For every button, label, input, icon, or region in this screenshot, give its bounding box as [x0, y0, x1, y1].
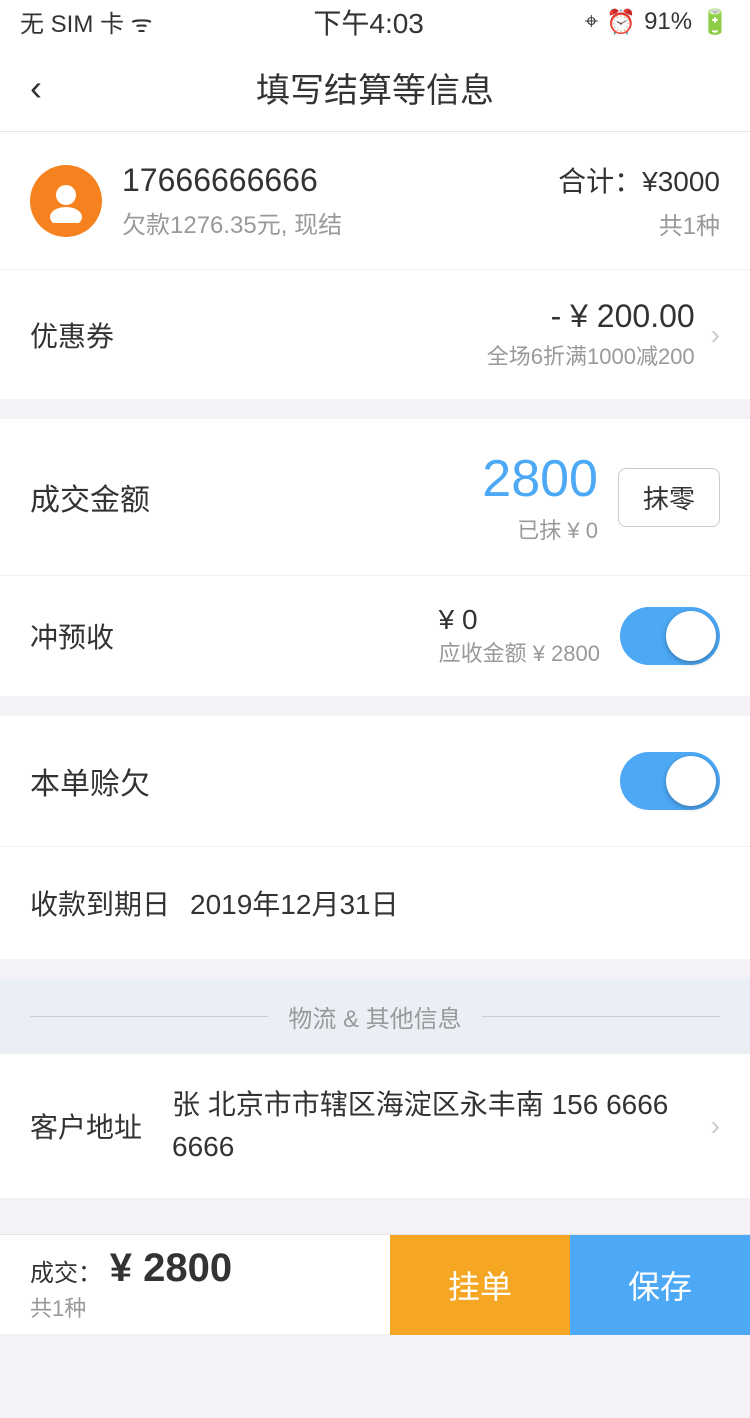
coupon-sub: 全场6折满1000减200: [487, 339, 695, 371]
due-date-row: 收款到期日 2019年12月31日: [0, 846, 750, 959]
amount-label: 成交金额: [30, 475, 150, 519]
amount-section: 成交金额 2800 已抹 ¥ 0 抹零 冲预收 ¥ 0 应收金额 ¥ 2800: [0, 419, 750, 696]
amount-row: 成交金额 2800 已抹 ¥ 0 抹零: [0, 419, 750, 575]
divider-text: 物流 & 其他信息: [288, 999, 461, 1034]
page-title: 填写结算等信息: [90, 63, 660, 112]
address-section: 客户地址 张 北京市市辖区海淀区永丰南 156 6666 6666 ›: [0, 1054, 750, 1198]
deal-amount: 2800: [482, 449, 598, 509]
status-right: ⌖ ⏰ 91% 🔋: [585, 8, 730, 37]
customer-section: 17666666666 欠款1276.35元, 现结 合计：¥3000 共1种 …: [0, 132, 750, 399]
debt-row: 本单赊欠: [0, 716, 750, 846]
prepaid-value-container: ¥ 0 应收金额 ¥ 2800: [439, 604, 600, 668]
battery-level: 91%: [644, 8, 692, 36]
debt-toggle-knob: [666, 756, 716, 806]
customer-right: 合计：¥3000 共1种: [558, 160, 720, 241]
round-button[interactable]: 抹零: [618, 468, 720, 527]
debt-label: 本单赊欠: [30, 759, 150, 803]
hold-order-button[interactable]: 挂单: [390, 1235, 570, 1335]
customer-info: 17666666666 欠款1276.35元, 现结: [122, 162, 342, 240]
user-avatar-icon: [44, 179, 88, 223]
address-value: 张 北京市市辖区海淀区永丰南 156 6666 6666: [172, 1084, 681, 1168]
status-time: 下午4:03: [313, 2, 424, 42]
clock-icon: ⏰: [606, 8, 636, 37]
amount-erased: 已抹 ¥ 0: [482, 513, 598, 545]
location-icon: ⌖: [585, 8, 599, 36]
prepaid-sub: 应收金额 ¥ 2800: [439, 636, 600, 668]
due-date-value: 2019年12月31日: [190, 883, 399, 923]
bottom-bar: 成交： ¥ 2800 共1种 挂单 保存: [0, 1234, 750, 1334]
back-button[interactable]: ‹: [30, 67, 90, 109]
amount-right: 2800 已抹 ¥ 0 抹零: [482, 449, 720, 545]
status-bar: 无 SIM 卡 ᯤ 下午4:03 ⌖ ⏰ 91% 🔋: [0, 0, 750, 44]
prepaid-toggle[interactable]: [620, 607, 720, 665]
toggle-knob: [666, 611, 716, 661]
chevron-right-icon: ›: [711, 319, 720, 351]
debt-toggle[interactable]: [620, 752, 720, 810]
address-row[interactable]: 客户地址 张 北京市市辖区海淀区永丰南 156 6666 6666 ›: [0, 1054, 750, 1198]
status-left: 无 SIM 卡 ᯤ: [20, 4, 153, 40]
address-label: 客户地址: [30, 1106, 142, 1146]
coupon-value: - ¥ 200.00: [487, 298, 695, 335]
customer-row: 17666666666 欠款1276.35元, 现结 合计：¥3000 共1种: [0, 132, 750, 269]
nav-bar: ‹ 填写结算等信息: [0, 44, 750, 132]
prepaid-value: ¥ 0: [439, 604, 600, 636]
customer-left: 17666666666 欠款1276.35元, 现结: [30, 162, 342, 240]
save-button[interactable]: 保存: [570, 1235, 750, 1335]
summary-count: 共1种: [30, 1291, 360, 1323]
due-date-label: 收款到期日: [30, 883, 170, 923]
summary-row: 成交： ¥ 2800: [30, 1246, 360, 1291]
coupon-info: - ¥ 200.00 全场6折满1000减200: [487, 298, 695, 371]
summary-amount: ¥ 2800: [110, 1246, 232, 1290]
order-count: 共1种: [558, 206, 720, 241]
sim-status: 无 SIM 卡 ᯤ: [20, 4, 153, 40]
logistics-divider: 物流 & 其他信息: [0, 979, 750, 1054]
debt-section: 本单赊欠 收款到期日 2019年12月31日: [0, 716, 750, 959]
divider-line-right: [482, 1016, 720, 1017]
battery-icon: 🔋: [700, 8, 730, 37]
amount-value-container: 2800 已抹 ¥ 0: [482, 449, 598, 545]
coupon-right: - ¥ 200.00 全场6折满1000减200 ›: [487, 298, 720, 371]
divider-line-left: [30, 1016, 268, 1017]
prepaid-right: ¥ 0 应收金额 ¥ 2800: [439, 604, 720, 668]
prepaid-label: 冲预收: [30, 616, 114, 656]
address-chevron-icon: ›: [711, 1110, 720, 1142]
prepaid-row: 冲预收 ¥ 0 应收金额 ¥ 2800: [0, 575, 750, 696]
coupon-label: 优惠券: [30, 315, 114, 355]
summary-label: 成交：: [30, 1260, 102, 1287]
customer-phone: 17666666666: [122, 162, 342, 199]
coupon-row[interactable]: 优惠券 - ¥ 200.00 全场6折满1000减200 ›: [0, 269, 750, 399]
order-total: 合计：¥3000: [558, 160, 720, 200]
avatar: [30, 165, 102, 237]
bottom-summary: 成交： ¥ 2800 共1种: [0, 1246, 390, 1323]
customer-debt-info: 欠款1276.35元, 现结: [122, 205, 342, 240]
prepaid-left: 冲预收: [30, 616, 114, 656]
